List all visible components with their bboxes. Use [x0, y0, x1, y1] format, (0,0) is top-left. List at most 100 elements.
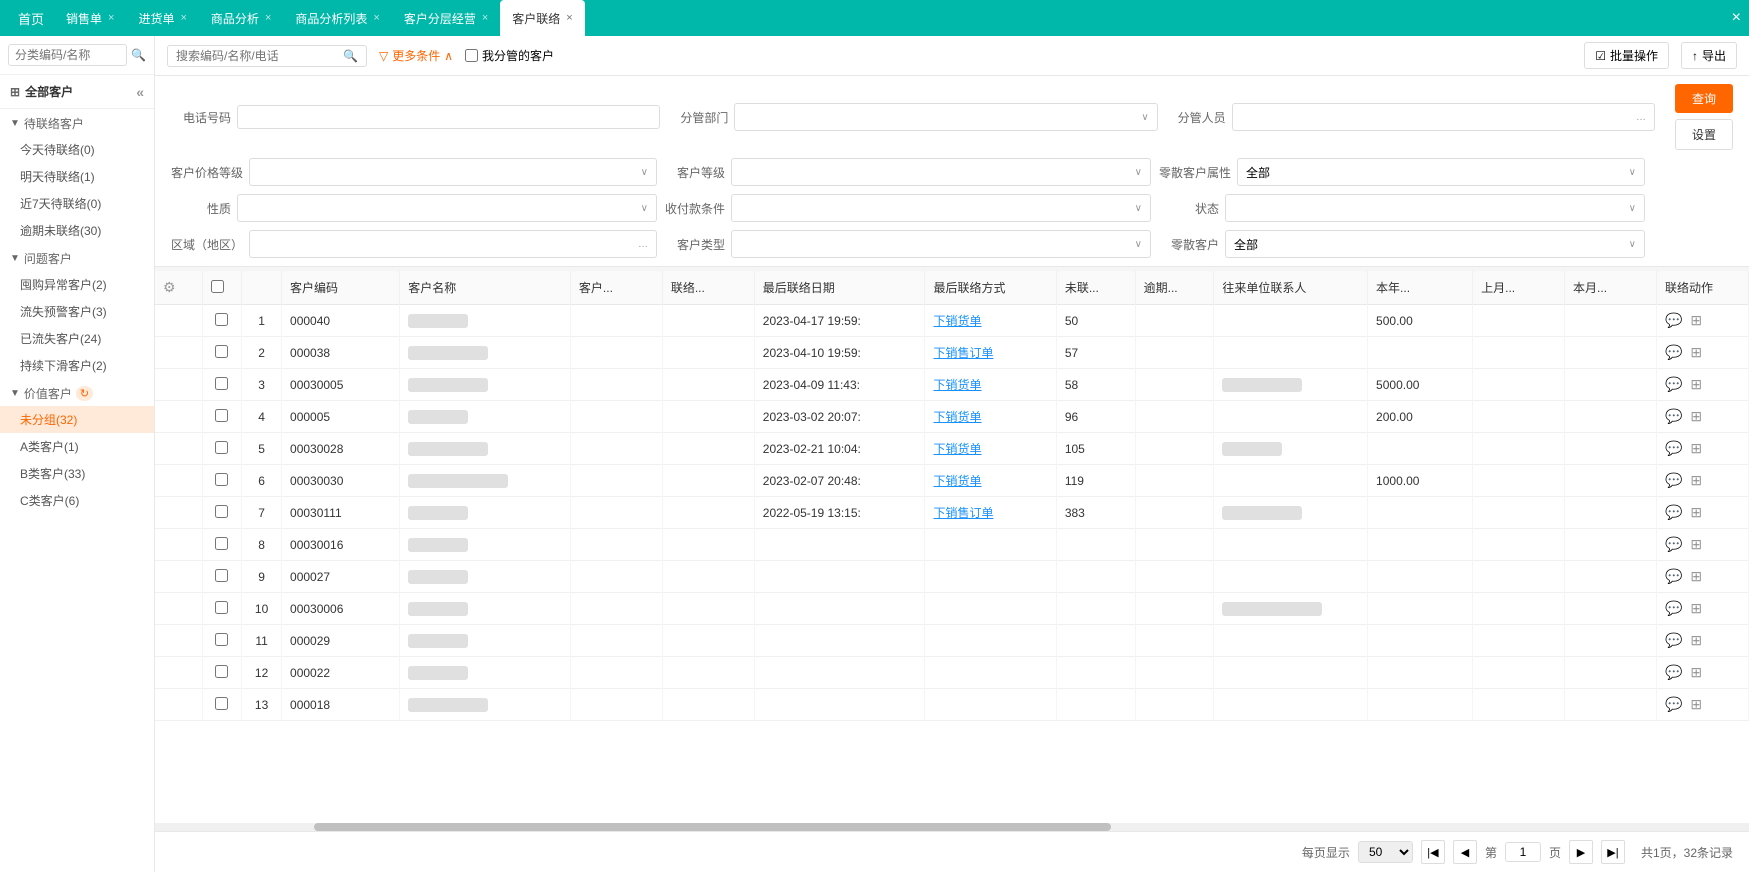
grid-action-icon[interactable]: ⊞: [1690, 472, 1702, 489]
close-icon[interactable]: ×: [482, 12, 488, 24]
reset-button[interactable]: 设置: [1675, 119, 1733, 150]
sidebar-all-customers[interactable]: ⊞ 全部客户 «: [0, 75, 154, 109]
chat-icon[interactable]: 💬: [1665, 568, 1682, 585]
nav-tab-product-analysis[interactable]: 商品分析 ×: [199, 0, 283, 36]
export-button[interactable]: ↑ 导出: [1681, 42, 1737, 69]
adv-customer-grade-select[interactable]: ∨: [731, 158, 1151, 186]
chat-icon[interactable]: 💬: [1665, 344, 1682, 361]
more-conditions-btn[interactable]: ▽ 更多条件 ∧: [379, 47, 453, 64]
sidebar-search-input[interactable]: [8, 44, 127, 66]
nav-tab-customer-layer[interactable]: 客户分层经营 ×: [392, 0, 500, 36]
grid-action-icon[interactable]: ⊞: [1690, 312, 1702, 329]
page-input[interactable]: [1505, 842, 1541, 862]
adv-retail-customer-select[interactable]: 全部 ∨: [1225, 230, 1645, 258]
cell-checkbox[interactable]: [202, 401, 241, 433]
query-button[interactable]: 查询: [1675, 84, 1733, 113]
nav-tab-customer-contact[interactable]: 客户联络 ×: [500, 0, 584, 36]
row-checkbox[interactable]: [215, 313, 228, 326]
search-input[interactable]: [176, 49, 343, 63]
row-checkbox[interactable]: [215, 505, 228, 518]
cell-checkbox[interactable]: [202, 529, 241, 561]
grid-action-icon[interactable]: ⊞: [1690, 504, 1702, 521]
cell-checkbox[interactable]: [202, 625, 241, 657]
cell-checkbox[interactable]: [202, 657, 241, 689]
contact-way-link[interactable]: 下销货单: [933, 378, 981, 392]
chat-icon[interactable]: 💬: [1665, 408, 1682, 425]
grid-action-icon[interactable]: ⊞: [1690, 440, 1702, 457]
sidebar-section-problem[interactable]: ▼ 问题客户: [0, 244, 154, 271]
grid-action-icon[interactable]: ⊞: [1690, 376, 1702, 393]
cell-checkbox[interactable]: [202, 689, 241, 721]
adv-region-select[interactable]: …: [249, 230, 657, 258]
cell-checkbox[interactable]: [202, 497, 241, 529]
chat-icon[interactable]: 💬: [1665, 632, 1682, 649]
collapse-icon[interactable]: «: [136, 84, 144, 100]
row-checkbox[interactable]: [215, 473, 228, 486]
cell-checkbox[interactable]: [202, 305, 241, 337]
cell-checkbox[interactable]: [202, 433, 241, 465]
grid-action-icon[interactable]: ⊞: [1690, 408, 1702, 425]
chat-icon[interactable]: 💬: [1665, 600, 1682, 617]
cell-checkbox[interactable]: [202, 561, 241, 593]
chat-icon[interactable]: 💬: [1665, 472, 1682, 489]
adv-nature-select[interactable]: ∨: [237, 194, 657, 222]
nav-home[interactable]: 首页: [8, 9, 54, 28]
row-checkbox[interactable]: [215, 345, 228, 358]
adv-payment-select[interactable]: ∨: [731, 194, 1151, 222]
row-checkbox[interactable]: [215, 633, 228, 646]
refresh-icon[interactable]: ↻: [76, 386, 93, 401]
row-checkbox[interactable]: [215, 377, 228, 390]
sidebar-item-overdue[interactable]: 逾期未联络(30): [0, 217, 154, 244]
last-page-btn[interactable]: ▶|: [1601, 840, 1625, 864]
close-icon[interactable]: ×: [373, 12, 379, 24]
chat-icon[interactable]: 💬: [1665, 376, 1682, 393]
per-page-select[interactable]: 50 100 200: [1358, 841, 1413, 863]
chat-icon[interactable]: 💬: [1665, 696, 1682, 713]
row-checkbox[interactable]: [215, 537, 228, 550]
row-checkbox[interactable]: [215, 441, 228, 454]
close-icon[interactable]: ×: [108, 12, 114, 24]
contact-way-link[interactable]: 下销售订单: [933, 506, 993, 520]
select-all-checkbox[interactable]: [211, 280, 224, 293]
sidebar-item-declining[interactable]: 持续下滑客户(2): [0, 352, 154, 379]
search-icon[interactable]: 🔍: [343, 49, 358, 63]
my-customers-checkbox[interactable]: [465, 49, 478, 62]
contact-way-link[interactable]: 下销货单: [933, 442, 981, 456]
close-icon[interactable]: ×: [566, 12, 572, 24]
adv-dept-select[interactable]: ∨: [734, 103, 1157, 131]
adv-retail-attr-select[interactable]: 全部 ∨: [1237, 158, 1645, 186]
scrollbar-thumb[interactable]: [314, 823, 1111, 831]
cell-checkbox[interactable]: [202, 337, 241, 369]
sidebar-search-icon[interactable]: 🔍: [131, 48, 146, 62]
batch-op-button[interactable]: ☑ 批量操作: [1584, 42, 1669, 69]
cell-checkbox[interactable]: [202, 593, 241, 625]
contact-way-link[interactable]: 下销货单: [933, 410, 981, 424]
sidebar-item-ungroup[interactable]: 未分组(32): [0, 406, 154, 433]
sidebar-item-class-b[interactable]: B类客户(33): [0, 460, 154, 487]
close-window-icon[interactable]: ×: [1732, 9, 1741, 27]
grid-action-icon[interactable]: ⊞: [1690, 536, 1702, 553]
grid-action-icon[interactable]: ⊞: [1690, 696, 1702, 713]
sidebar-item-class-c[interactable]: C类客户(6): [0, 487, 154, 514]
chat-icon[interactable]: 💬: [1665, 504, 1682, 521]
scrollbar[interactable]: [155, 823, 1749, 831]
sidebar-item-7days[interactable]: 近7天待联络(0): [0, 190, 154, 217]
grid-action-icon[interactable]: ⊞: [1690, 568, 1702, 585]
adv-status-select[interactable]: ∨: [1225, 194, 1645, 222]
grid-action-icon[interactable]: ⊞: [1690, 344, 1702, 361]
adv-customer-type-select[interactable]: ∨: [731, 230, 1151, 258]
cell-checkbox[interactable]: [202, 369, 241, 401]
col-settings[interactable]: ⚙: [155, 271, 202, 305]
chat-icon[interactable]: 💬: [1665, 536, 1682, 553]
adv-manager-select[interactable]: …: [1232, 103, 1655, 131]
adv-price-grade-select[interactable]: ∨: [249, 158, 657, 186]
first-page-btn[interactable]: |◀: [1421, 840, 1445, 864]
prev-page-btn[interactable]: ◀: [1453, 840, 1477, 864]
chat-icon[interactable]: 💬: [1665, 440, 1682, 457]
sidebar-item-churn-warning[interactable]: 流失预警客户(3): [0, 298, 154, 325]
sidebar-item-tomorrow[interactable]: 明天待联络(1): [0, 163, 154, 190]
nav-tab-sales[interactable]: 销售单 ×: [54, 0, 126, 36]
close-icon[interactable]: ×: [265, 12, 271, 24]
row-checkbox[interactable]: [215, 697, 228, 710]
cell-checkbox[interactable]: [202, 465, 241, 497]
